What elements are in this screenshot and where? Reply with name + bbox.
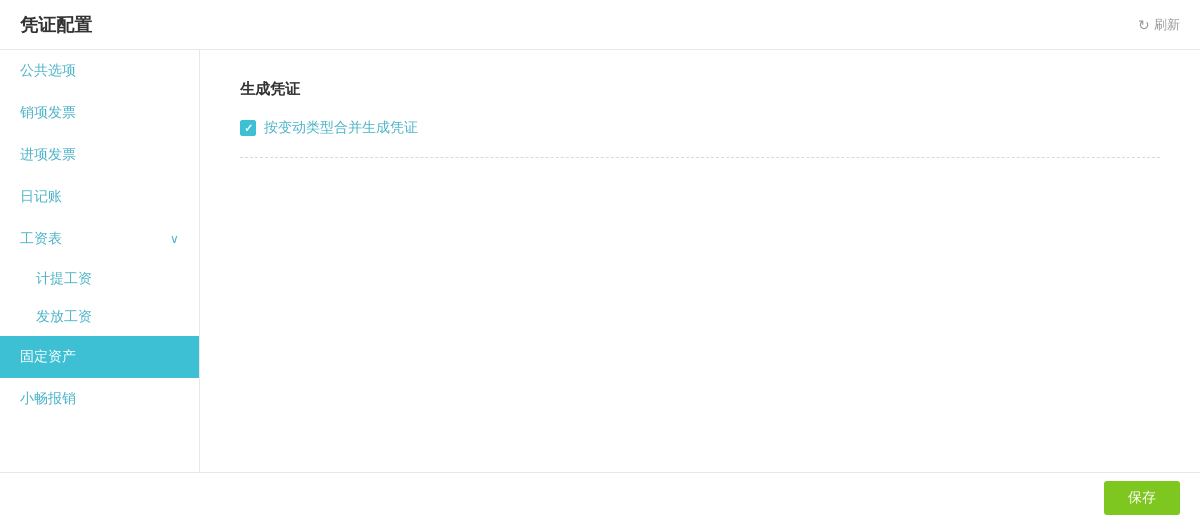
content-area: 生成凭证 按变动类型合并生成凭证 (200, 50, 1200, 472)
sidebar-item-label: 小畅报销 (20, 390, 76, 408)
sidebar-item-expense[interactable]: 小畅报销 (0, 378, 199, 420)
sidebar-item-label: 计提工资 (36, 270, 92, 286)
sidebar-item-label: 公共选项 (20, 62, 76, 80)
sidebar-item-label: 固定资产 (20, 348, 76, 366)
page-header: 凭证配置 ↻ 刷新 (0, 0, 1200, 50)
sidebar-item-fixed-assets[interactable]: 固定资产 (0, 336, 199, 378)
sidebar-item-salary-table[interactable]: 工资表 ∨ (0, 218, 199, 260)
refresh-icon: ↻ (1138, 17, 1150, 33)
sidebar-item-label: 进项发票 (20, 146, 76, 164)
sidebar-item-label: 日记账 (20, 188, 62, 206)
merge-by-type-label[interactable]: 按变动类型合并生成凭证 (264, 119, 418, 137)
section-divider (240, 157, 1160, 158)
page-title: 凭证配置 (20, 13, 92, 37)
main-container: 公共选项 销项发票 进项发票 日记账 工资表 ∨ 计提工资 发放工资 固定资产 … (0, 50, 1200, 472)
sidebar-item-calc-salary[interactable]: 计提工资 (0, 260, 199, 298)
checkbox-row: 按变动类型合并生成凭证 (240, 119, 1160, 137)
sidebar-item-journal[interactable]: 日记账 (0, 176, 199, 218)
save-button[interactable]: 保存 (1104, 481, 1180, 515)
sidebar-item-label: 销项发票 (20, 104, 76, 122)
sidebar-item-label: 发放工资 (36, 308, 92, 324)
footer-bar: 保存 (0, 472, 1200, 522)
sidebar-item-sales-invoice[interactable]: 销项发票 (0, 92, 199, 134)
sidebar: 公共选项 销项发票 进项发票 日记账 工资表 ∨ 计提工资 发放工资 固定资产 … (0, 50, 200, 472)
sidebar-item-public[interactable]: 公共选项 (0, 50, 199, 92)
refresh-button[interactable]: ↻ 刷新 (1138, 16, 1180, 34)
merge-by-type-checkbox[interactable] (240, 120, 256, 136)
refresh-label: 刷新 (1154, 16, 1180, 34)
sidebar-item-label: 工资表 (20, 230, 62, 248)
chevron-down-icon: ∨ (170, 232, 179, 246)
section-title: 生成凭证 (240, 80, 1160, 99)
sidebar-item-purchase-invoice[interactable]: 进项发票 (0, 134, 199, 176)
sidebar-item-pay-salary[interactable]: 发放工资 (0, 298, 199, 336)
